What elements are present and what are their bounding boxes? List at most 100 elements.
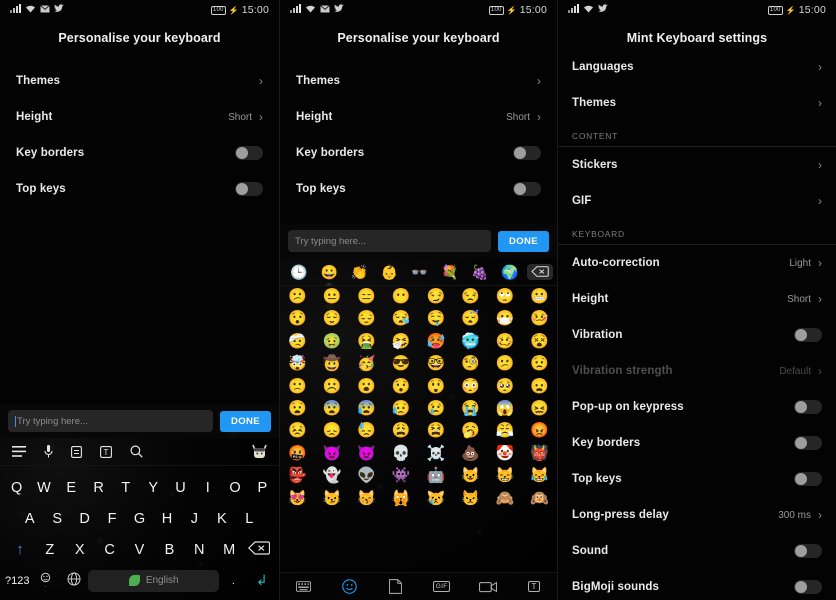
emoji-cell[interactable]: 😪 <box>384 308 419 330</box>
key-m[interactable]: M <box>214 542 244 558</box>
emoji-cell[interactable]: 😹 <box>522 465 557 487</box>
emoji-cell[interactable]: 😈 <box>315 443 350 465</box>
emoji-cell[interactable]: 👹 <box>522 443 557 465</box>
key-i[interactable]: I <box>194 480 221 496</box>
key-y[interactable]: Y <box>140 480 167 496</box>
emoji-cell[interactable]: 🙉 <box>522 488 557 510</box>
emoji-cell[interactable]: 🥶 <box>453 331 488 353</box>
key-o[interactable]: O <box>221 480 248 496</box>
nature-icon[interactable]: 💐 <box>435 265 465 279</box>
top-keys-toggle[interactable] <box>235 182 263 196</box>
key-r[interactable]: R <box>85 480 112 496</box>
emoji-icon[interactable] <box>326 579 372 594</box>
emoji-cell[interactable]: 😐 <box>315 286 350 308</box>
search-input[interactable]: Try typing here... <box>8 410 213 432</box>
emoji-cell[interactable]: 😸 <box>488 465 523 487</box>
recent-clock-icon[interactable]: 🕒 <box>284 265 314 279</box>
emoji-cell[interactable]: 😨 <box>315 398 350 420</box>
emoji-cell[interactable]: 😦 <box>522 376 557 398</box>
backspace-icon[interactable] <box>527 263 553 280</box>
emoji-cell[interactable]: 😖 <box>522 398 557 420</box>
key-borders-toggle[interactable] <box>235 146 263 160</box>
emoji-cell[interactable]: 😔 <box>349 308 384 330</box>
people-icon[interactable]: 👶 <box>374 265 404 279</box>
accessories-icon[interactable]: 👓 <box>405 265 435 279</box>
key-h[interactable]: H <box>153 511 180 527</box>
key-borders-toggle[interactable] <box>794 436 822 450</box>
menu-icon[interactable] <box>12 446 26 457</box>
emoji-grid[interactable]: 😕 😐 😑 😶 😏 😒 🙄 😬 😯 😌 😔 😪 🤤 😴 😷 🤒 🤕 🤢 🤮 🤧 🥵 🥶 🥴 😵 🤯 🤠 🥳 😎 🤓 🧐 😕 😟 🙁 ☹️ 😮 😯 😲 😳 🥺… <box>280 286 557 510</box>
emoji-cell[interactable]: 🤢 <box>315 331 350 353</box>
emoji-cell[interactable]: 😽 <box>349 488 384 510</box>
food-icon[interactable]: 🍇 <box>465 265 495 279</box>
emoji-cell[interactable]: 😻 <box>280 488 315 510</box>
video-camera-icon[interactable] <box>465 581 511 593</box>
emoji-cell[interactable]: 😺 <box>453 465 488 487</box>
emoji-cell[interactable]: 😌 <box>315 308 350 330</box>
emoji-cell[interactable]: 👺 <box>280 465 315 487</box>
emoji-cell[interactable]: 🙄 <box>488 286 523 308</box>
settings-row-themes[interactable]: Themes › <box>558 85 836 121</box>
key-p[interactable]: P <box>249 480 276 496</box>
settings-row-top-keys[interactable]: Top keys <box>2 171 277 207</box>
emoji-cell[interactable]: 🥱 <box>453 420 488 442</box>
smileys-icon[interactable]: 😀 <box>314 265 344 279</box>
key-k[interactable]: K <box>208 511 235 527</box>
emoji-cell[interactable]: 💩 <box>453 443 488 465</box>
emoji-cell[interactable]: 🤧 <box>384 331 419 353</box>
settings-row-long-press-delay[interactable]: Long-press delay 300 ms › <box>558 497 836 533</box>
emoji-cell[interactable]: ☠️ <box>419 443 454 465</box>
gif-icon[interactable]: GIF <box>419 581 465 592</box>
emoji-cell[interactable]: 🤖 <box>419 465 454 487</box>
done-button[interactable]: DONE <box>219 410 271 432</box>
shift-up-icon[interactable]: ↑ <box>5 541 35 558</box>
emoji-cell[interactable]: 😬 <box>522 286 557 308</box>
emoji-cell[interactable]: 😕 <box>488 353 523 375</box>
emoji-cell[interactable]: 😾 <box>453 488 488 510</box>
emoji-cell[interactable]: 😲 <box>419 376 454 398</box>
emoji-cell[interactable]: 😑 <box>349 286 384 308</box>
emoji-cell[interactable]: 👾 <box>384 465 419 487</box>
settings-row-languages[interactable]: Languages › <box>558 49 836 85</box>
emoji-cell[interactable]: 😰 <box>349 398 384 420</box>
backspace-icon[interactable] <box>244 540 274 559</box>
emoji-cell[interactable]: 😫 <box>419 420 454 442</box>
emoji-cell[interactable]: 😞 <box>315 420 350 442</box>
emoji-cell[interactable]: 😿 <box>419 488 454 510</box>
emoji-cell[interactable]: 🧐 <box>453 353 488 375</box>
settings-row-top-keys[interactable]: Top keys <box>282 171 555 207</box>
settings-row-sound[interactable]: Sound <box>558 533 836 569</box>
emoji-cell[interactable]: 😧 <box>280 398 315 420</box>
settings-row-height[interactable]: Height Short › <box>282 99 555 135</box>
key-w[interactable]: W <box>30 480 57 496</box>
done-button[interactable]: DONE <box>497 230 549 252</box>
key-u[interactable]: U <box>167 480 194 496</box>
key-l[interactable]: L <box>236 511 263 527</box>
emoji-cell[interactable]: 😴 <box>453 308 488 330</box>
settings-row-pop-up-on-keypress[interactable]: Pop-up on keypress <box>558 389 836 425</box>
emoji-cell[interactable]: 😳 <box>453 376 488 398</box>
emoji-cell[interactable]: 🤮 <box>349 331 384 353</box>
settings-row-bigmoji-sounds[interactable]: BigMoji sounds <box>558 569 836 600</box>
globe-icon[interactable] <box>60 572 88 589</box>
emoji-cell[interactable]: 🤬 <box>280 443 315 465</box>
emoji-cell[interactable]: 👻 <box>315 465 350 487</box>
key-a[interactable]: A <box>16 511 43 527</box>
emoji-cell[interactable]: 🤒 <box>522 308 557 330</box>
key-d[interactable]: D <box>71 511 98 527</box>
emoji-cell[interactable]: 😟 <box>522 353 557 375</box>
sound-toggle[interactable] <box>794 544 822 558</box>
emoji-cell[interactable]: 😼 <box>315 488 350 510</box>
emoji-cell[interactable]: 😵 <box>522 331 557 353</box>
key-n[interactable]: N <box>184 542 214 558</box>
bigmoji-sounds-toggle[interactable] <box>794 580 822 594</box>
pop-up-on-keypress-toggle[interactable] <box>794 400 822 414</box>
key-s[interactable]: S <box>43 511 70 527</box>
emoji-cell[interactable]: 🙀 <box>384 488 419 510</box>
key-x[interactable]: X <box>65 542 95 558</box>
emoji-cell[interactable]: 😢 <box>419 398 454 420</box>
microphone-icon[interactable] <box>44 445 53 458</box>
emoji-cell[interactable]: 🥴 <box>488 331 523 353</box>
settings-row-key-borders[interactable]: Key borders <box>2 135 277 171</box>
emoji-cell[interactable]: 😒 <box>453 286 488 308</box>
